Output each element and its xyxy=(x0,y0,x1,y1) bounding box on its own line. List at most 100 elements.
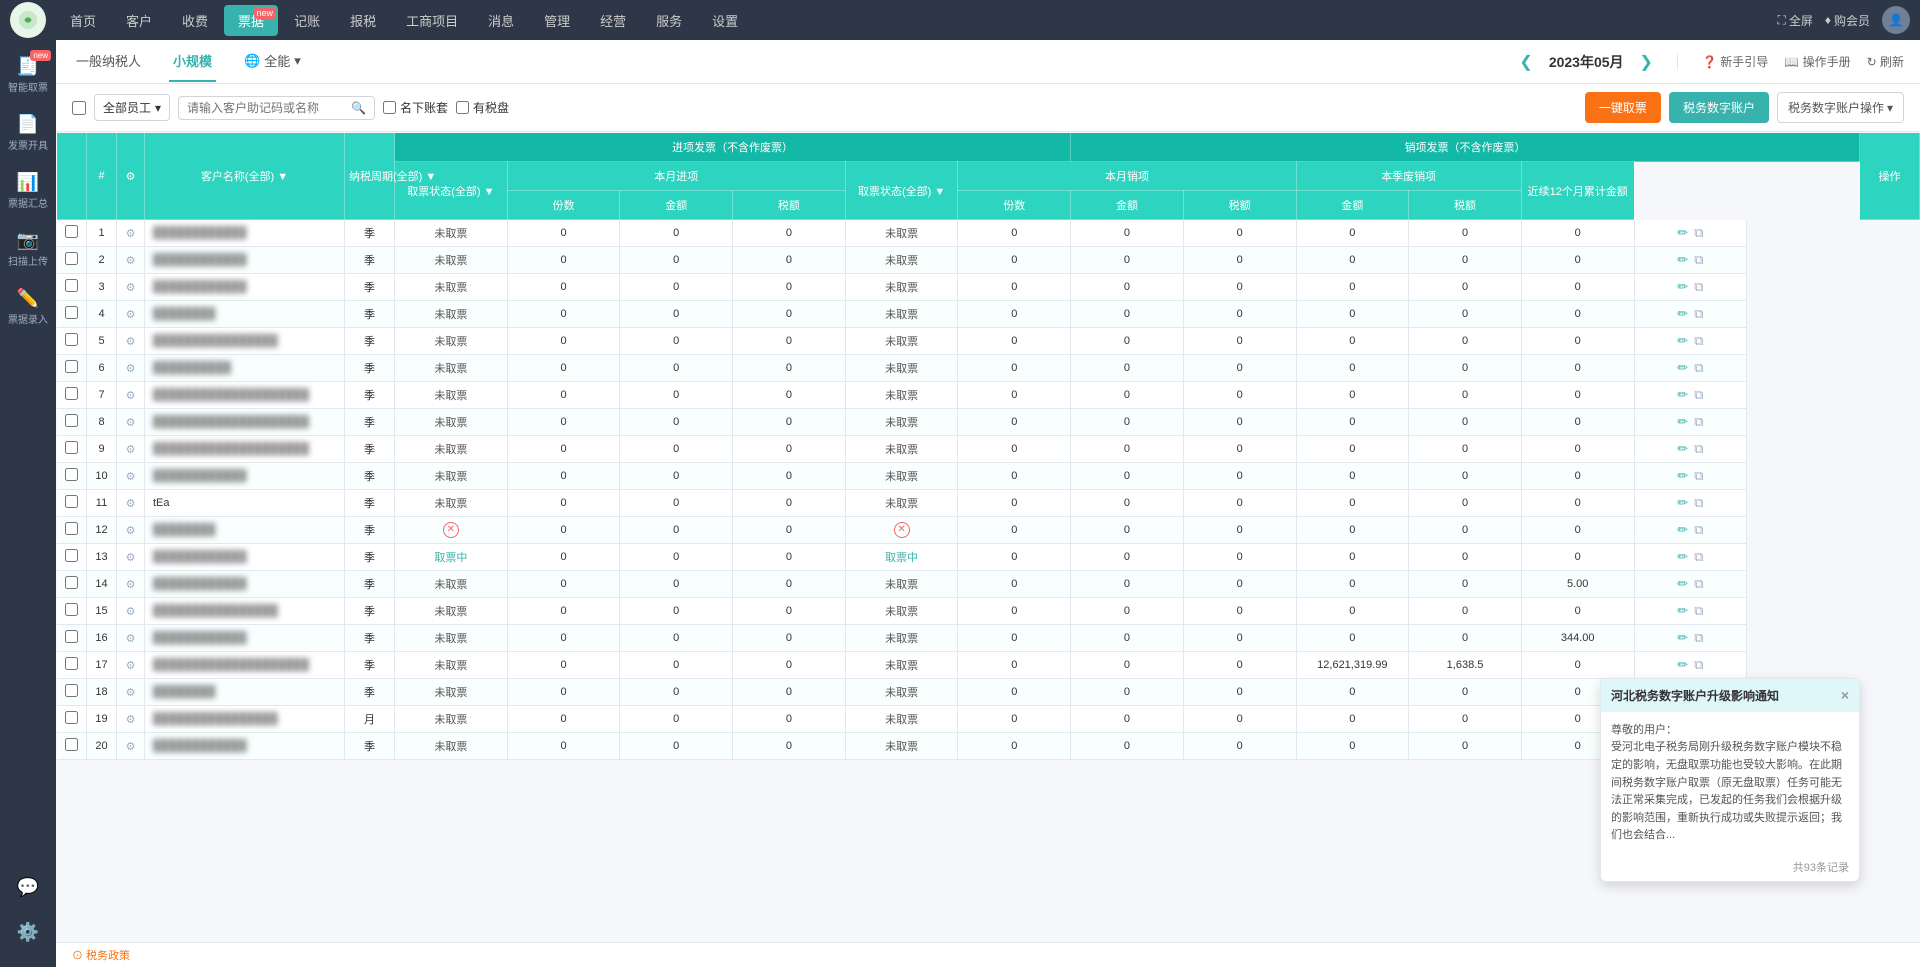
nav-operation[interactable]: 经营 xyxy=(586,5,640,36)
row-gear-icon[interactable]: ⚙ xyxy=(126,606,136,618)
row-checkbox[interactable] xyxy=(65,468,78,481)
edit-icon[interactable]: ✏ xyxy=(1677,252,1688,268)
edit-icon[interactable]: ✏ xyxy=(1677,603,1688,619)
copy-icon[interactable]: ⧉ xyxy=(1694,630,1703,646)
subtab-all[interactable]: 🌐 全能 ▾ xyxy=(240,41,305,82)
row-checkbox[interactable] xyxy=(65,306,78,319)
row-checkbox[interactable] xyxy=(65,657,78,670)
row-gear-icon[interactable]: ⚙ xyxy=(126,525,136,537)
user-avatar[interactable]: 👤 xyxy=(1882,6,1910,34)
digital-account-button[interactable]: 税务数字账户 xyxy=(1669,92,1769,123)
row-gear-icon[interactable]: ⚙ xyxy=(126,228,136,240)
row-gear-icon[interactable]: ⚙ xyxy=(126,633,136,645)
copy-icon[interactable]: ⧉ xyxy=(1694,279,1703,295)
edit-icon[interactable]: ✏ xyxy=(1677,333,1688,349)
copy-icon[interactable]: ⧉ xyxy=(1694,360,1703,376)
tax-policy-link[interactable]: ⊙ 税务政策 xyxy=(72,947,130,963)
edit-icon[interactable]: ✏ xyxy=(1677,414,1688,430)
nav-service[interactable]: 服务 xyxy=(642,5,696,36)
row-gear-icon[interactable]: ⚙ xyxy=(126,390,136,402)
notification-close[interactable]: × xyxy=(1841,687,1849,703)
row-gear-icon[interactable]: ⚙ xyxy=(126,579,136,591)
row-gear-icon[interactable]: ⚙ xyxy=(126,336,136,348)
copy-icon[interactable]: ⧉ xyxy=(1694,657,1703,673)
row-checkbox[interactable] xyxy=(65,576,78,589)
edit-icon[interactable]: ✏ xyxy=(1677,495,1688,511)
nav-manage[interactable]: 管理 xyxy=(530,5,584,36)
copy-icon[interactable]: ⧉ xyxy=(1694,225,1703,241)
copy-icon[interactable]: ⧉ xyxy=(1694,306,1703,322)
copy-icon[interactable]: ⧉ xyxy=(1694,387,1703,403)
nav-message[interactable]: 消息 xyxy=(474,5,528,36)
edit-icon[interactable]: ✏ xyxy=(1677,657,1688,673)
row-checkbox[interactable] xyxy=(65,252,78,265)
row-gear-icon[interactable]: ⚙ xyxy=(126,309,136,321)
edit-icon[interactable]: ✏ xyxy=(1677,522,1688,538)
sidebar-item-entry[interactable]: ✏️ 票据录入 xyxy=(3,280,53,334)
edit-icon[interactable]: ✏ xyxy=(1677,630,1688,646)
copy-icon[interactable]: ⧉ xyxy=(1694,522,1703,538)
sidebar-item-summary[interactable]: 📊 票据汇总 xyxy=(3,164,53,218)
edit-icon[interactable]: ✏ xyxy=(1677,441,1688,457)
refresh-link[interactable]: ↻ 刷新 xyxy=(1867,53,1904,70)
row-checkbox[interactable] xyxy=(65,225,78,238)
row-gear-icon[interactable]: ⚙ xyxy=(126,714,136,726)
subtab-small[interactable]: 小规模 xyxy=(169,41,216,82)
search-input[interactable] xyxy=(187,101,347,115)
copy-icon[interactable]: ⧉ xyxy=(1694,414,1703,430)
row-gear-icon[interactable]: ⚙ xyxy=(126,417,136,429)
nav-invoice[interactable]: 票据 new xyxy=(224,5,278,36)
row-checkbox[interactable] xyxy=(65,333,78,346)
nav-business[interactable]: 工商项目 xyxy=(392,5,472,36)
row-checkbox[interactable] xyxy=(65,414,78,427)
select-all-checkbox[interactable] xyxy=(72,101,86,115)
copy-icon[interactable]: ⧉ xyxy=(1694,441,1703,457)
copy-icon[interactable]: ⧉ xyxy=(1694,252,1703,268)
search-icon[interactable]: 🔍 xyxy=(351,101,366,115)
row-gear-icon[interactable]: ⚙ xyxy=(126,471,136,483)
period-next[interactable]: ❯ xyxy=(1640,52,1653,72)
row-gear-icon[interactable]: ⚙ xyxy=(126,498,136,510)
edit-icon[interactable]: ✏ xyxy=(1677,468,1688,484)
vip-btn[interactable]: ♦ 购会员 xyxy=(1825,12,1870,29)
employee-filter[interactable]: 全部员工 ▾ xyxy=(94,94,170,121)
copy-icon[interactable]: ⧉ xyxy=(1694,495,1703,511)
copy-icon[interactable]: ⧉ xyxy=(1694,576,1703,592)
copy-icon[interactable]: ⧉ xyxy=(1694,468,1703,484)
row-checkbox[interactable] xyxy=(65,603,78,616)
row-gear-icon[interactable]: ⚙ xyxy=(126,363,136,375)
row-checkbox[interactable] xyxy=(65,684,78,697)
row-checkbox[interactable] xyxy=(65,549,78,562)
row-checkbox[interactable] xyxy=(65,360,78,373)
nav-fee[interactable]: 收费 xyxy=(168,5,222,36)
row-gear-icon[interactable]: ⚙ xyxy=(126,687,136,699)
nav-settings[interactable]: 设置 xyxy=(698,5,752,36)
guide-link[interactable]: ❓ 新手引导 xyxy=(1702,53,1768,70)
sidebar-item-invoice-open[interactable]: 📄 发票开具 xyxy=(3,106,53,160)
nav-home[interactable]: 首页 xyxy=(56,5,110,36)
row-gear-icon[interactable]: ⚙ xyxy=(126,444,136,456)
row-gear-icon[interactable]: ⚙ xyxy=(126,741,136,753)
copy-icon[interactable]: ⧉ xyxy=(1694,333,1703,349)
edit-icon[interactable]: ✏ xyxy=(1677,576,1688,592)
nav-customer[interactable]: 客户 xyxy=(112,5,166,36)
row-checkbox[interactable] xyxy=(65,387,78,400)
row-gear-icon[interactable]: ⚙ xyxy=(126,660,136,672)
copy-icon[interactable]: ⧉ xyxy=(1694,549,1703,565)
edit-icon[interactable]: ✏ xyxy=(1677,360,1688,376)
period-prev[interactable]: ❮ xyxy=(1519,52,1532,72)
row-checkbox[interactable] xyxy=(65,711,78,724)
digital-ops-button[interactable]: 税务数字账户操作 ▾ xyxy=(1777,92,1904,123)
nav-bookkeeping[interactable]: 记账 xyxy=(280,5,334,36)
manual-link[interactable]: 📖 操作手册 xyxy=(1784,53,1850,70)
edit-icon[interactable]: ✏ xyxy=(1677,549,1688,565)
row-checkbox[interactable] xyxy=(65,522,78,535)
under-account-filter[interactable]: 名下账套 xyxy=(383,99,448,116)
row-checkbox[interactable] xyxy=(65,279,78,292)
edit-icon[interactable]: ✏ xyxy=(1677,225,1688,241)
copy-icon[interactable]: ⧉ xyxy=(1694,603,1703,619)
row-checkbox[interactable] xyxy=(65,738,78,751)
row-gear-icon[interactable]: ⚙ xyxy=(126,282,136,294)
one-click-fetch-button[interactable]: 一键取票 xyxy=(1585,92,1661,123)
has-taxdisk-filter[interactable]: 有税盘 xyxy=(456,99,509,116)
